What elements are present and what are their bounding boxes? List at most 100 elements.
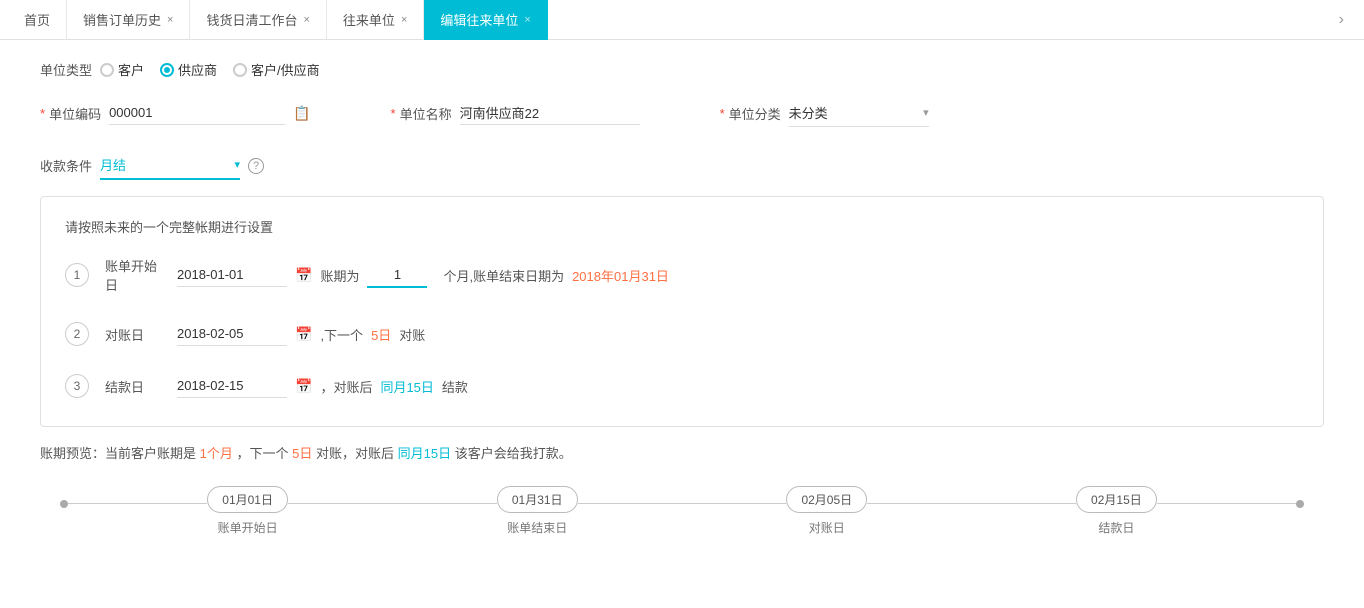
tab-sales-history-label: 销售订单历史 — [83, 10, 161, 29]
timeline-badge-1: 01月01日 — [207, 486, 288, 513]
tab-edit-partner-close[interactable]: × — [524, 14, 530, 26]
payment-desc-prefix: ，对账后 — [320, 377, 372, 396]
unit-code-required: * — [40, 106, 45, 121]
radio-customer-supplier-label: 客户/供应商 — [251, 60, 320, 79]
unit-name-group: * 单位名称 — [391, 101, 640, 125]
payment-condition-label: 收款条件 — [40, 156, 92, 175]
unit-name-required: * — [391, 106, 396, 121]
radio-customer-label: 客户 — [118, 60, 144, 79]
settings-row-2: 2 对账日 📅 ,下一个 5日 对账 — [65, 322, 1299, 346]
timeline-badge-4: 02月15日 — [1076, 486, 1157, 513]
tab-edit-partner[interactable]: 编辑往来单位 × — [424, 0, 547, 40]
unit-category-arrow: ▾ — [923, 106, 929, 119]
row-label-3: 结款日 — [105, 377, 165, 396]
timeline-point-3: 02月05日 对账日 — [786, 486, 867, 536]
unit-name-label: 单位名称 — [400, 104, 452, 123]
preview-prefix: 账期预览：当前客户账期是 — [40, 446, 196, 461]
unit-category-select[interactable]: 未分类 ▾ — [789, 99, 929, 127]
timeline-line-1 — [288, 503, 497, 504]
tab-partner-unit[interactable]: 往来单位 × — [327, 0, 424, 40]
settings-box: 请按照未来的一个完整帐期进行设置 1 账单开始日 📅 账期为 个月,账单结束日期… — [40, 196, 1324, 427]
radio-supplier-label: 供应商 — [178, 60, 217, 79]
unit-type-row: 单位类型 客户 供应商 客户/供应商 — [40, 60, 1324, 79]
preview-mid1: ，下一个 — [237, 446, 289, 461]
preview-period: 1个月 — [200, 446, 233, 461]
timeline-badge-3: 02月05日 — [786, 486, 867, 513]
end-date-value: 2018年01月31日 — [572, 266, 669, 285]
timeline-label-4: 结款日 — [1098, 519, 1134, 536]
timeline-line-0 — [68, 503, 207, 504]
row-label-1: 账单开始日 — [105, 256, 165, 294]
unit-category-group: * 单位分类 未分类 ▾ — [720, 99, 929, 127]
radio-supplier[interactable]: 供应商 — [160, 60, 217, 79]
reconcile-desc-suffix: 对账 — [399, 325, 425, 344]
reconcile-date-calendar-icon[interactable]: 📅 — [295, 326, 312, 343]
radio-supplier-circle — [160, 63, 174, 77]
unit-code-input[interactable] — [109, 101, 285, 125]
timeline-line-4 — [1157, 503, 1296, 504]
timeline-point-1: 01月01日 账单开始日 — [207, 486, 288, 536]
tab-bar: 首页 销售订单历史 × 钱货日清工作台 × 往来单位 × 编辑往来单位 × › — [0, 0, 1364, 40]
timeline: 01月01日 账单开始日 01月31日 账单结束日 02月05日 对账日 02月… — [40, 486, 1324, 536]
unit-type-radio-group: 客户 供应商 客户/供应商 — [100, 60, 320, 79]
settings-row-1: 1 账单开始日 📅 账期为 个月,账单结束日期为 2018年01月31日 — [65, 256, 1299, 294]
radio-customer[interactable]: 客户 — [100, 60, 144, 79]
unit-type-label: 单位类型 — [40, 60, 92, 79]
row-number-3: 3 — [65, 374, 89, 398]
tab-cash-work[interactable]: 钱货日清工作台 × — [190, 0, 326, 40]
unit-code-group: * 单位编码 📋 — [40, 101, 311, 125]
payment-condition-value: 月结 — [100, 155, 226, 174]
unit-name-input[interactable] — [460, 101, 640, 125]
tab-partner-unit-label: 往来单位 — [343, 10, 395, 29]
tab-sales-history-close[interactable]: × — [167, 14, 173, 26]
settings-title: 请按照未来的一个完整帐期进行设置 — [65, 217, 1299, 236]
payment-highlight: 同月15日 — [380, 377, 433, 396]
payment-condition-select[interactable]: 月结 ▾ — [100, 151, 240, 180]
reconcile-date-input[interactable] — [177, 322, 287, 346]
unit-category-value: 未分类 — [789, 103, 915, 122]
settings-row-3: 3 结款日 📅 ，对账后 同月15日 结款 — [65, 374, 1299, 398]
preview-mid2: 对账，对账后 — [316, 446, 394, 461]
payment-condition-arrow: ▾ — [234, 158, 240, 171]
row-label-2: 对账日 — [105, 325, 165, 344]
radio-customer-supplier[interactable]: 客户/供应商 — [233, 60, 320, 79]
tab-home[interactable]: 首页 — [8, 0, 67, 40]
timeline-start-dot — [60, 500, 68, 508]
row-number-2: 2 — [65, 322, 89, 346]
timeline-label-2: 账单结束日 — [507, 519, 567, 536]
unit-code-icon[interactable]: 📋 — [293, 105, 310, 122]
tab-more-button[interactable]: › — [1327, 11, 1356, 29]
timeline-badge-2: 01月31日 — [497, 486, 578, 513]
start-date-input[interactable] — [177, 263, 287, 287]
timeline-point-2: 01月31日 账单结束日 — [497, 486, 578, 536]
payment-desc-suffix: 结款 — [442, 377, 468, 396]
timeline-line-2 — [578, 503, 787, 504]
radio-customer-circle — [100, 63, 114, 77]
timeline-line-3 — [867, 503, 1076, 504]
payment-date-calendar-icon[interactable]: 📅 — [295, 378, 312, 395]
row-number-1: 1 — [65, 263, 89, 287]
start-date-desc-suffix: 个月,账单结束日期为 — [443, 266, 564, 285]
radio-customer-supplier-circle — [233, 63, 247, 77]
unit-category-required: * — [720, 106, 725, 121]
preview-date2: 同月15日 — [398, 446, 451, 461]
timeline-point-4: 02月15日 结款日 — [1076, 486, 1157, 536]
tab-edit-partner-label: 编辑往来单位 — [440, 10, 518, 29]
unit-code-label: 单位编码 — [49, 104, 101, 123]
help-icon[interactable]: ? — [248, 158, 264, 174]
payment-condition-row: 收款条件 月结 ▾ ? — [40, 151, 1324, 180]
tab-cash-work-close[interactable]: × — [303, 14, 309, 26]
reconcile-highlight: 5日 — [371, 325, 391, 344]
tab-partner-unit-close[interactable]: × — [401, 14, 407, 26]
timeline-label-1: 账单开始日 — [218, 519, 278, 536]
tab-cash-work-label: 钱货日清工作台 — [206, 10, 297, 29]
timeline-end-dot — [1296, 500, 1304, 508]
start-date-calendar-icon[interactable]: 📅 — [295, 267, 312, 284]
tab-sales-history[interactable]: 销售订单历史 × — [67, 0, 190, 40]
unit-category-label: 单位分类 — [729, 104, 781, 123]
period-input[interactable] — [367, 263, 427, 288]
start-date-desc-prefix: 账期为 — [320, 266, 359, 285]
timeline-label-3: 对账日 — [809, 519, 845, 536]
preview-date1: 5日 — [292, 446, 312, 461]
payment-date-input[interactable] — [177, 374, 287, 398]
